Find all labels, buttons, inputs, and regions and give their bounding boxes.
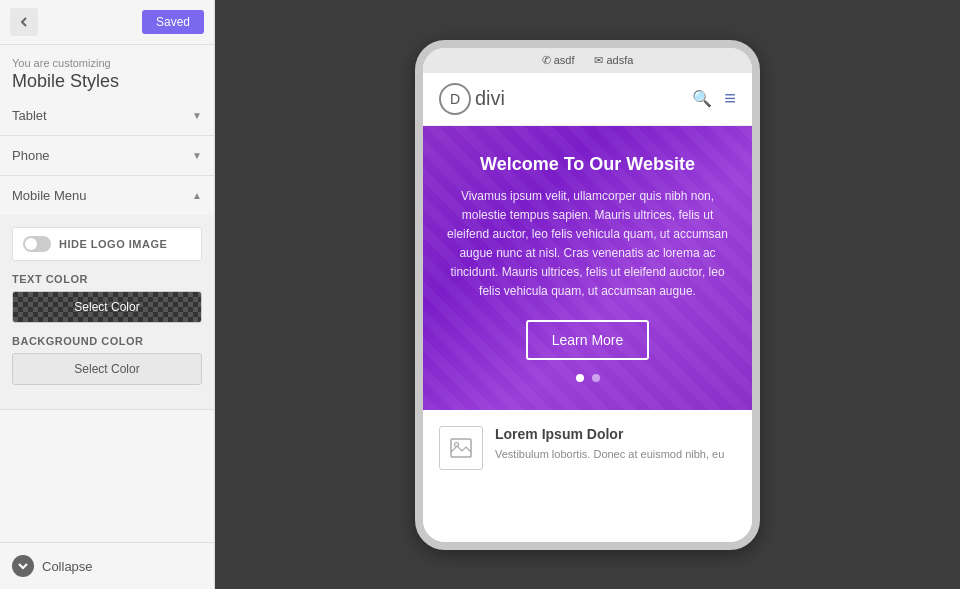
back-button[interactable] [10, 8, 38, 36]
hero-dots [443, 374, 732, 382]
divi-logo-d: D [450, 91, 460, 107]
collapse-icon [12, 555, 34, 577]
phone-arrow-icon: ▼ [192, 150, 202, 161]
divi-logo-circle: D [439, 83, 471, 115]
bg-color-select-button[interactable]: Select Color [12, 353, 202, 385]
customizing-label: You are customizing [12, 57, 202, 69]
back-icon [18, 16, 30, 28]
phone-content: Lorem Ipsum Dolor Vestibulum lobortis. D… [423, 410, 752, 542]
panel-header: Saved [0, 0, 214, 45]
content-item-1: Lorem Ipsum Dolor Vestibulum lobortis. D… [439, 426, 736, 470]
svg-rect-0 [451, 439, 471, 457]
bg-color-label: BACKGROUND COLOR [12, 335, 202, 347]
image-icon [450, 438, 472, 458]
mobile-menu-accordion: Mobile Menu ▲ HIDE LOGO IMAGE TEXT COLOR… [0, 176, 214, 410]
hero-text: Vivamus ipsum velit, ullamcorper quis ni… [443, 187, 732, 302]
customizing-section: You are customizing Mobile Styles [0, 45, 214, 96]
phone-hero: Welcome To Our Website Vivamus ipsum vel… [423, 126, 752, 410]
phone-accordion: Phone ▼ [0, 136, 214, 176]
divi-logo: D divi [439, 83, 505, 115]
mobile-menu-arrow-icon: ▲ [192, 190, 202, 201]
tablet-accordion-header[interactable]: Tablet ▼ [0, 96, 214, 135]
tablet-accordion: Tablet ▼ [0, 96, 214, 136]
phone-top-phone: ✆ asdf [542, 54, 575, 67]
collapse-arrow-icon [17, 560, 29, 572]
customizing-title: Mobile Styles [12, 71, 202, 92]
tablet-arrow-icon: ▼ [192, 110, 202, 121]
nav-icons: 🔍 ≡ [692, 87, 736, 110]
content-text: Lorem Ipsum Dolor Vestibulum lobortis. D… [495, 426, 724, 463]
divi-logo-name: divi [475, 87, 505, 110]
saved-badge: Saved [142, 10, 204, 34]
collapse-footer[interactable]: Collapse [0, 542, 214, 589]
hero-learn-more-button[interactable]: Learn More [526, 320, 650, 360]
phone-label: Phone [12, 148, 50, 163]
hide-logo-toggle[interactable] [23, 236, 51, 252]
phone-accordion-header[interactable]: Phone ▼ [0, 136, 214, 175]
content-image-icon [439, 426, 483, 470]
left-panel: Saved You are customizing Mobile Styles … [0, 0, 215, 589]
right-area: ✆ asdf ✉ adsfa D divi 🔍 ≡ Welcome To [215, 0, 960, 589]
phone-top-email: ✉ adsfa [594, 54, 633, 67]
content-description: Vestibulum lobortis. Donec at euismod ni… [495, 446, 724, 463]
collapse-label: Collapse [42, 559, 93, 574]
hero-title: Welcome To Our Website [443, 154, 732, 175]
tablet-label: Tablet [12, 108, 47, 123]
phone-nav: D divi 🔍 ≡ [423, 73, 752, 126]
phone-mockup: ✆ asdf ✉ adsfa D divi 🔍 ≡ Welcome To [415, 40, 760, 550]
hero-dot-1 [576, 374, 584, 382]
mobile-menu-label: Mobile Menu [12, 188, 86, 203]
phone-icon: ✆ [542, 54, 551, 67]
email-icon: ✉ [594, 54, 603, 67]
hamburger-icon[interactable]: ≡ [724, 87, 736, 110]
hero-dot-2 [592, 374, 600, 382]
hide-logo-label: HIDE LOGO IMAGE [59, 238, 167, 250]
content-title: Lorem Ipsum Dolor [495, 426, 724, 442]
text-color-select-button[interactable]: Select Color [12, 291, 202, 323]
search-icon[interactable]: 🔍 [692, 89, 712, 108]
hide-logo-row: HIDE LOGO IMAGE [12, 227, 202, 261]
text-color-label: TEXT COLOR [12, 273, 202, 285]
phone-top-bar: ✆ asdf ✉ adsfa [423, 48, 752, 73]
mobile-menu-content: HIDE LOGO IMAGE TEXT COLOR Select Color … [0, 215, 214, 409]
mobile-menu-accordion-header[interactable]: Mobile Menu ▲ [0, 176, 214, 215]
